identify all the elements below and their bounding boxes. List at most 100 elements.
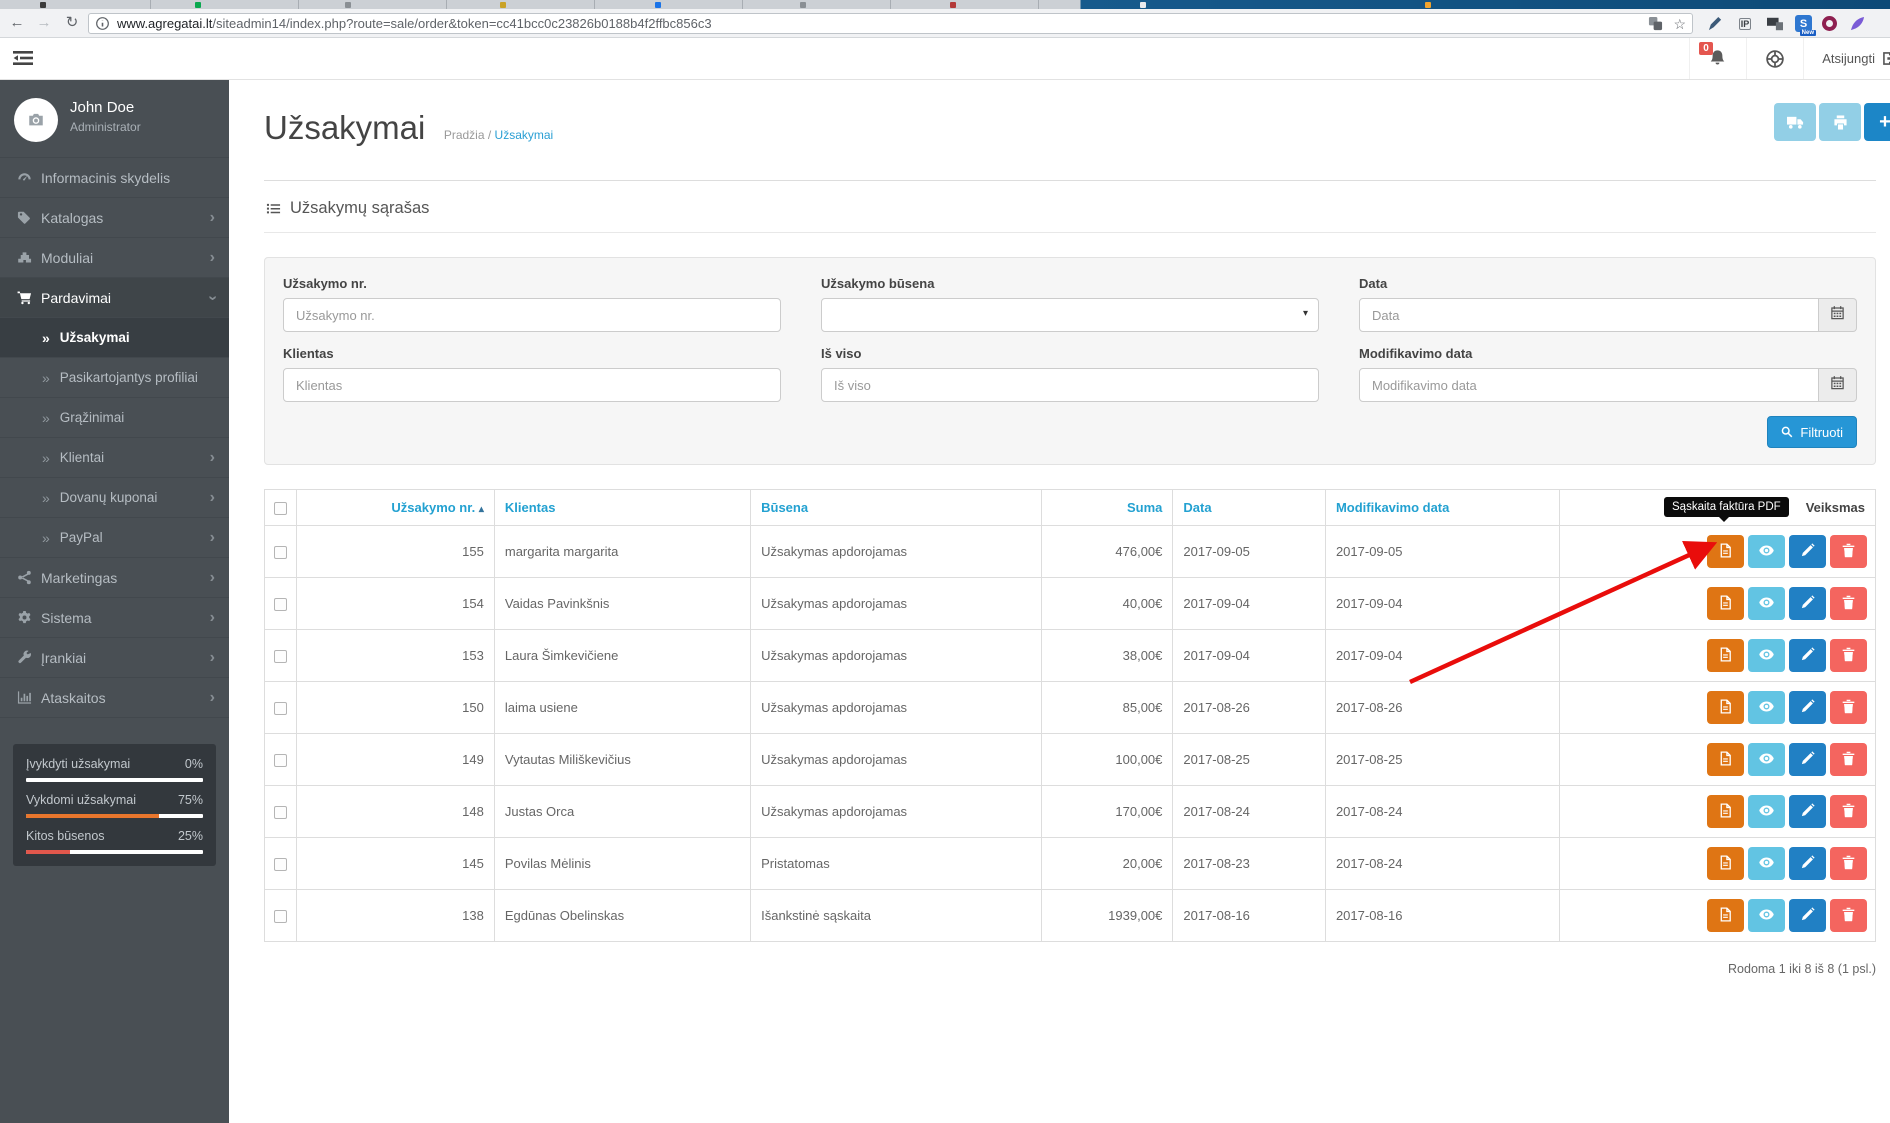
row-checkbox[interactable]: [274, 910, 287, 924]
view-order-button[interactable]: [1748, 587, 1785, 620]
row-checkbox[interactable]: [274, 650, 287, 664]
delete-order-button[interactable]: [1830, 691, 1867, 724]
sidebar-item[interactable]: Marketingas ›: [0, 558, 229, 598]
view-order-button[interactable]: [1748, 847, 1785, 880]
sidebar-subitem[interactable]: » Pasikartojantys profiliai: [0, 358, 229, 398]
column-header[interactable]: Suma: [1041, 489, 1174, 526]
sidebar-subitem[interactable]: » Dovanų kuponai ›: [0, 478, 229, 518]
column-header[interactable]: Būsena: [750, 489, 1043, 526]
edit-order-button[interactable]: [1789, 899, 1826, 932]
order-no-input[interactable]: [283, 298, 781, 332]
sidebar-item[interactable]: Informacinis skydelis: [0, 158, 229, 198]
invoice-pdf-button[interactable]: [1707, 639, 1744, 672]
breadcrumb-home[interactable]: Pradžia: [444, 128, 485, 142]
row-checkbox[interactable]: [274, 702, 287, 716]
view-order-button[interactable]: [1748, 899, 1785, 932]
edit-order-button[interactable]: [1789, 847, 1826, 880]
total-input[interactable]: [821, 368, 1319, 402]
date-modified-calendar-button[interactable]: [1819, 368, 1857, 402]
view-order-button[interactable]: [1748, 535, 1785, 568]
view-order-button[interactable]: [1748, 639, 1785, 672]
row-checkbox[interactable]: [274, 598, 287, 612]
support-button[interactable]: [1746, 38, 1803, 79]
invoice-pdf-button[interactable]: [1707, 795, 1744, 828]
date-calendar-button[interactable]: [1819, 298, 1857, 332]
view-order-button[interactable]: [1748, 795, 1785, 828]
breadcrumb-current[interactable]: Užsakymai: [495, 128, 554, 142]
view-order-button[interactable]: [1748, 691, 1785, 724]
delete-order-button[interactable]: [1830, 639, 1867, 672]
delete-order-button[interactable]: [1830, 795, 1867, 828]
responsive-panels-icon[interactable]: [1765, 14, 1785, 34]
sidebar-item[interactable]: Sistema ›: [0, 598, 229, 638]
edit-order-button[interactable]: [1789, 639, 1826, 672]
delete-order-button[interactable]: [1830, 535, 1867, 568]
row-checkbox[interactable]: [274, 546, 287, 560]
invoice-pdf-button[interactable]: [1707, 847, 1744, 880]
sidebar-item[interactable]: Katalogas ›: [0, 198, 229, 238]
column-header[interactable]: Data: [1172, 489, 1326, 526]
screenshot-lens-icon[interactable]: [1822, 16, 1837, 31]
date-input[interactable]: [1359, 298, 1819, 332]
sidebar-item[interactable]: Ataskaitos ›: [0, 678, 229, 718]
pdf-file-icon: [1718, 646, 1733, 665]
sidebar-subitem[interactable]: » Klientai ›: [0, 438, 229, 478]
filter-button[interactable]: Filtruoti: [1767, 416, 1857, 448]
date-modified-input[interactable]: [1359, 368, 1819, 402]
back-icon[interactable]: ←: [6, 12, 28, 34]
add-order-button[interactable]: +: [1864, 103, 1890, 141]
delete-order-button[interactable]: [1830, 587, 1867, 620]
invoice-pdf-button[interactable]: [1707, 899, 1744, 932]
customer-input[interactable]: [283, 368, 781, 402]
view-order-button[interactable]: [1748, 743, 1785, 776]
select-all-checkbox[interactable]: [274, 502, 287, 516]
sidebar-subitem[interactable]: » Užsakymai: [0, 318, 229, 358]
menu-toggle-icon[interactable]: [13, 50, 33, 66]
address-bar[interactable]: www.agregatai.lt/siteadmin14/index.php?r…: [88, 13, 1693, 34]
ip-lookup-icon[interactable]: IP: [1735, 14, 1755, 34]
cell-order-no: 150: [296, 681, 495, 734]
column-header[interactable]: Modifikavimo data: [1324, 489, 1561, 526]
page-info-icon[interactable]: [95, 16, 110, 31]
row-checkbox[interactable]: [274, 858, 287, 872]
s-extension-icon[interactable]: S New: [1795, 15, 1816, 36]
stat-value: 75%: [177, 793, 203, 807]
bookmark-star-icon[interactable]: ☆: [1673, 17, 1686, 31]
edit-order-button[interactable]: [1789, 535, 1826, 568]
delete-order-button[interactable]: [1830, 743, 1867, 776]
print-invoice-button[interactable]: [1819, 103, 1861, 141]
column-header[interactable]: Užsakymo nr. ▴: [296, 489, 495, 526]
feather-icon[interactable]: [1847, 14, 1867, 34]
forward-icon[interactable]: →: [33, 12, 55, 34]
row-checkbox[interactable]: [274, 806, 287, 820]
alerts-button[interactable]: 0: [1689, 38, 1746, 79]
logout-button[interactable]: Atsijungti: [1803, 38, 1890, 79]
sidebar-item[interactable]: Moduliai ›: [0, 238, 229, 278]
reload-icon[interactable]: ↻: [61, 12, 83, 34]
sidebar-item[interactable]: Pardavimai ›: [0, 278, 229, 318]
invoice-pdf-button[interactable]: [1707, 743, 1744, 776]
sidebar-subitem[interactable]: » Grąžinimai: [0, 398, 229, 438]
cell-date: 2017-09-04: [1172, 629, 1326, 682]
invoice-pdf-button[interactable]: [1707, 691, 1744, 724]
double-angle-icon: »: [42, 409, 50, 426]
sidebar-item[interactable]: Įrankiai ›: [0, 638, 229, 678]
edit-order-button[interactable]: [1789, 795, 1826, 828]
row-checkbox[interactable]: [274, 754, 287, 768]
cell-total: 20,00€: [1041, 837, 1174, 890]
invoice-pdf-button[interactable]: [1707, 535, 1744, 568]
shipping-list-button[interactable]: [1774, 103, 1816, 141]
order-status-select[interactable]: ▾: [821, 298, 1319, 332]
column-header[interactable]: Klientas: [493, 489, 752, 526]
translate-icon[interactable]: [1648, 16, 1663, 31]
sidebar-subitem[interactable]: » PayPal ›: [0, 518, 229, 558]
edit-order-button[interactable]: [1789, 587, 1826, 620]
eyedropper-icon[interactable]: [1705, 14, 1725, 34]
delete-order-button[interactable]: [1830, 847, 1867, 880]
edit-order-button[interactable]: [1789, 691, 1826, 724]
delete-order-button[interactable]: [1830, 899, 1867, 932]
chevron-right-icon: ›: [209, 248, 215, 266]
invoice-pdf-button[interactable]: [1707, 587, 1744, 620]
edit-order-button[interactable]: [1789, 743, 1826, 776]
trash-icon: [1841, 647, 1856, 665]
